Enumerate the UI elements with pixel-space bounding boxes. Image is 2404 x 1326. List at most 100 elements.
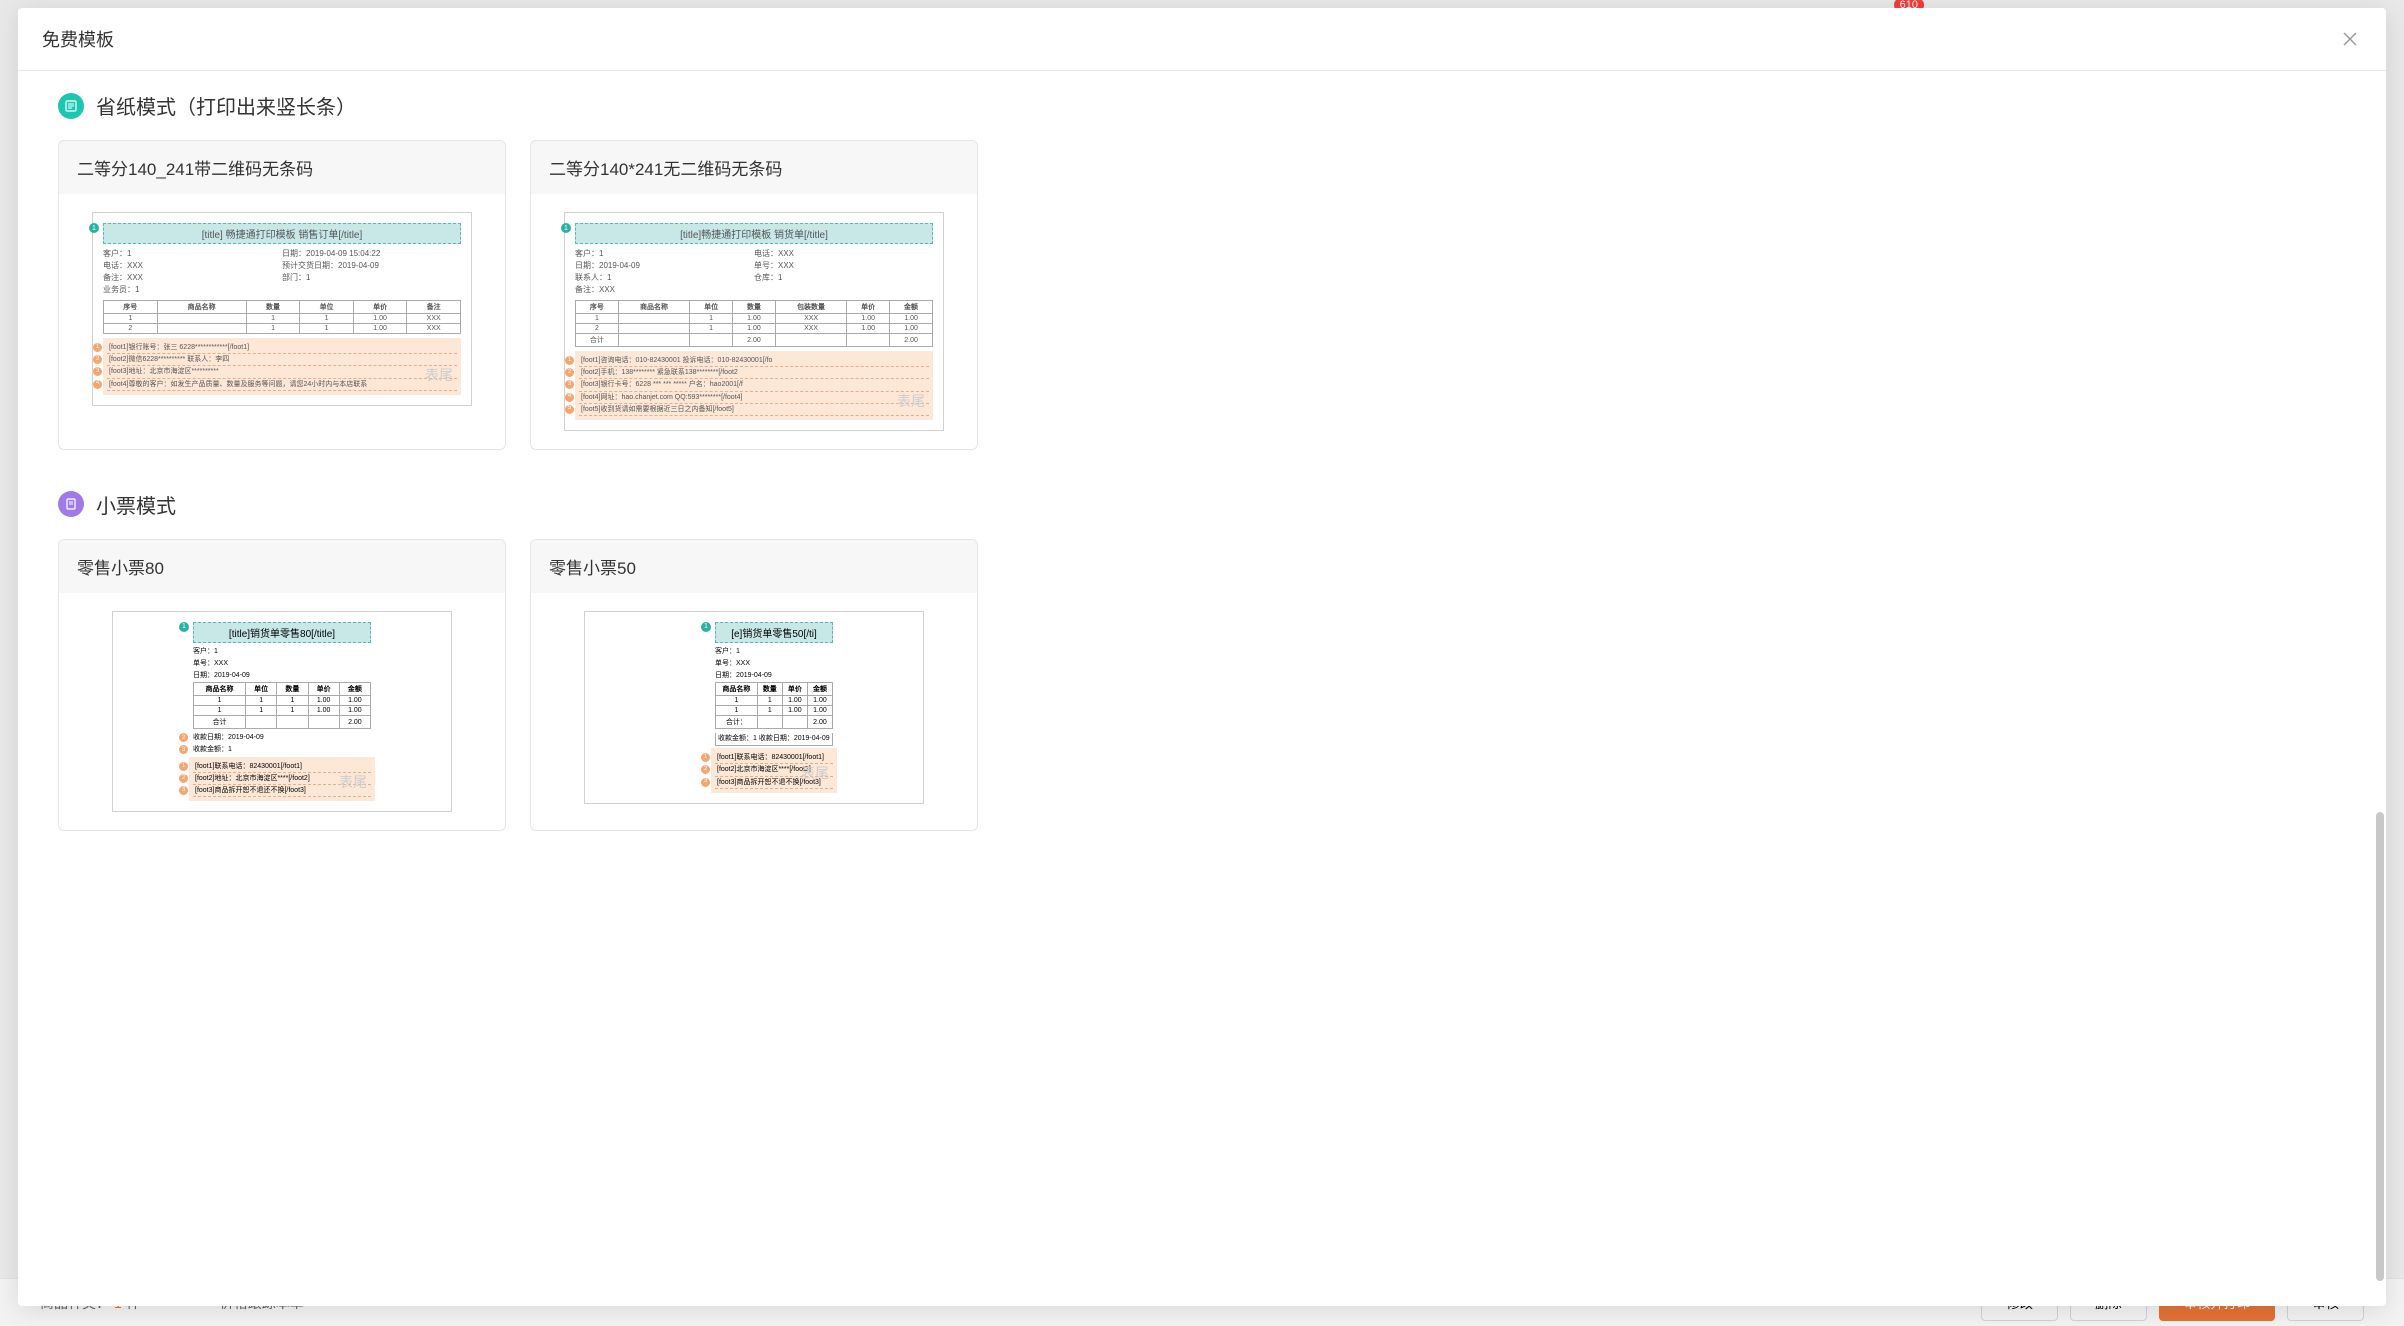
foot-line: 4[foot4]尊敬的客户：如发生产品质量、数量及服务等问题，请您24小时内与本… [107,379,457,391]
section-header: 省纸模式（打印出来竖长条） [58,91,2346,120]
td: 1.00 [353,324,407,334]
card-preview: 1 [title]销货单零售80[/title] 客户：1 单号：XXX 日期：… [59,593,505,831]
td: 1 [277,706,308,716]
card-title: 二等分140*241无二维码无条码 [531,141,977,194]
extra-line: 收款金额：1 收款日期：2019-04-09 [715,733,833,746]
foot-line: 2[foot2]微信6228********** 联系人：李四 [107,354,457,366]
foot-text: [foot1]咨询电话：010-82430001 投诉电话：010-824300… [581,357,772,364]
td: 1 [104,314,158,324]
meta-salesperson: 业务员：1 [103,284,282,296]
meta-line: 客户：1 [193,647,371,657]
foot-text: [foot1]联系电话：82430001[/foot1] [195,763,302,770]
td: 1 [246,706,277,716]
watermark: 表尾 [897,390,925,412]
td: 1 [246,324,300,334]
foot-text: [foot2]微信6228********** 联系人：李四 [109,356,229,363]
meta-date: 日期：2019-04-09 15:04:22 [282,248,461,260]
preview-table: 商品名称 单位 数量 单价 金额 1 1 1 [193,682,371,729]
cards-row: 零售小票80 1 [title]销货单零售80[/title] 客户：1 单号：… [58,539,2346,832]
foot-text: [foot1]银行账号：张三 6228************[/foot1] [109,344,249,351]
section-header: 小票模式 [58,490,2346,519]
th: 金额 [890,301,933,314]
preview-receipt: 1 [title]销货单零售80[/title] 客户：1 单号：XXX 日期：… [112,611,452,813]
card-title: 零售小票50 [531,540,977,593]
foot-line: 1[foot1]银行账号：张三 6228************[/foot1] [107,342,457,354]
bullet-icon: 2 [701,765,710,774]
scrollbar-thumb[interactable] [2376,812,2384,1281]
td [618,324,689,334]
td-total-label: 合计 [194,716,246,729]
td: 1.00 [807,706,832,716]
th: 金额 [339,683,370,696]
bullet-icon: 4 [565,393,574,402]
modal-header: 免费模板 [18,8,2386,71]
foot-text: [foot3]商品拆开恕不退还不换[/foot3] [195,787,306,794]
meta-phone: 电话：XXX [103,260,282,272]
preview-title: [e]销货单零售50[/ti] [715,622,833,643]
td-total-amt: 2.00 [807,716,832,729]
foot-text: [foot4]尊敬的客户：如发生产品质量、数量及服务等问题，请您24小时内与本店… [109,381,367,388]
td: 1 [300,324,354,334]
meta-contact: 联系人：1 [575,272,754,284]
td: 1.00 [339,706,370,716]
preview-meta: 客户：1 日期：2019-04-09 15:04:22 电话：XXX 预计交货日… [103,248,461,296]
td: 1 [194,696,246,706]
bullet-icon: 3 [93,367,102,376]
bullet-icon: 2 [93,355,102,364]
td: 2 [104,324,158,334]
meta-customer: 客户：1 [103,248,282,260]
template-card-t1[interactable]: 二等分140_241带二维码无条码 1 [title] 畅捷通打印模板 销售订单… [58,140,506,450]
meta-expected: 预计交货日期：2019-04-09 [282,260,461,272]
section-receipt: 小票模式 零售小票80 1 [title]销货单零售80[/title] 客户：… [58,490,2346,832]
section-title: 省纸模式（打印出来竖长条） [96,91,356,120]
preview-footer: 1[foot1]银行账号：张三 6228************[/foot1]… [103,338,461,395]
td: 1 [246,314,300,324]
meta-warehouse: 仓库：1 [754,272,933,284]
meta-line: 单号：XXX [715,659,833,669]
bullet-icon: 5 [565,405,574,414]
th: 单位 [690,301,733,314]
th: 商品名称 [194,683,246,696]
scrollbar-track[interactable] [2374,71,2384,1306]
td-total-amt: 2.00 [339,716,370,729]
td: 1.00 [847,314,890,324]
foot-line: 3[foot3]银行卡号：6228 *** *** ***** 户名：hao20… [579,379,929,391]
th: 单价 [353,301,407,314]
template-card-t2[interactable]: 二等分140*241无二维码无条码 1 [title]畅捷通打印模板 销货单[/… [530,140,978,450]
template-card-t4[interactable]: 零售小票50 1 [e]销货单零售50[/ti] 客户：1 单号：XXX 日期：… [530,539,978,832]
td: 2 [576,324,619,334]
section-paper-saving: 省纸模式（打印出来竖长条） 二等分140_241带二维码无条码 1 [title… [58,91,2346,450]
bullet-icon: 1 [561,223,571,233]
th: 序号 [576,301,619,314]
meta-order: 单号：XXX [754,260,933,272]
card-preview: 1 [title] 畅捷通打印模板 销售订单[/title] 客户：1 日期：2… [59,194,505,424]
th: 数量 [757,683,782,696]
meta-line: 单号：XXX [193,659,371,669]
bullet-icon: 1 [93,343,102,352]
bullet-icon: 1 [701,622,711,632]
td: 1 [300,314,354,324]
td-total-label: 合计 [576,334,619,347]
td: XXX [407,314,461,324]
th: 商品名称 [716,683,758,696]
th: 金额 [807,683,832,696]
close-button[interactable] [2338,27,2362,51]
td: 1.00 [847,324,890,334]
td-total-label: 合计： [716,716,758,729]
foot-line: 2[foot2]手机：138******** 紧急联系138********[/… [579,367,929,379]
td [157,314,246,324]
foot-text: [foot4]网址：hao.chanjet.com QQ:593********… [581,394,742,401]
th: 包装数量 [775,301,846,314]
preview-footer: 1[foot1]联系电话：82430001[/foot1] 2[foot2]北京… [711,748,837,793]
extra-line: 收款金额：1 [193,745,371,755]
foot-text: [foot2]地址：北京市海淀区****[/foot2] [195,775,310,782]
watermark: 表尾 [425,364,453,386]
modal-body: 省纸模式（打印出来竖长条） 二等分140_241带二维码无条码 1 [title… [18,71,2386,1306]
th: 数量 [277,683,308,696]
meta-line: 日期：2019-04-09 [193,671,371,681]
td: XXX [775,324,846,334]
preview-table: 商品名称 数量 单价 金额 1 1 1.00 1.00 [715,682,833,729]
modal-title: 免费模板 [42,26,114,52]
template-card-t3[interactable]: 零售小票80 1 [title]销货单零售80[/title] 客户：1 单号：… [58,539,506,832]
meta-customer: 客户：1 [575,248,754,260]
